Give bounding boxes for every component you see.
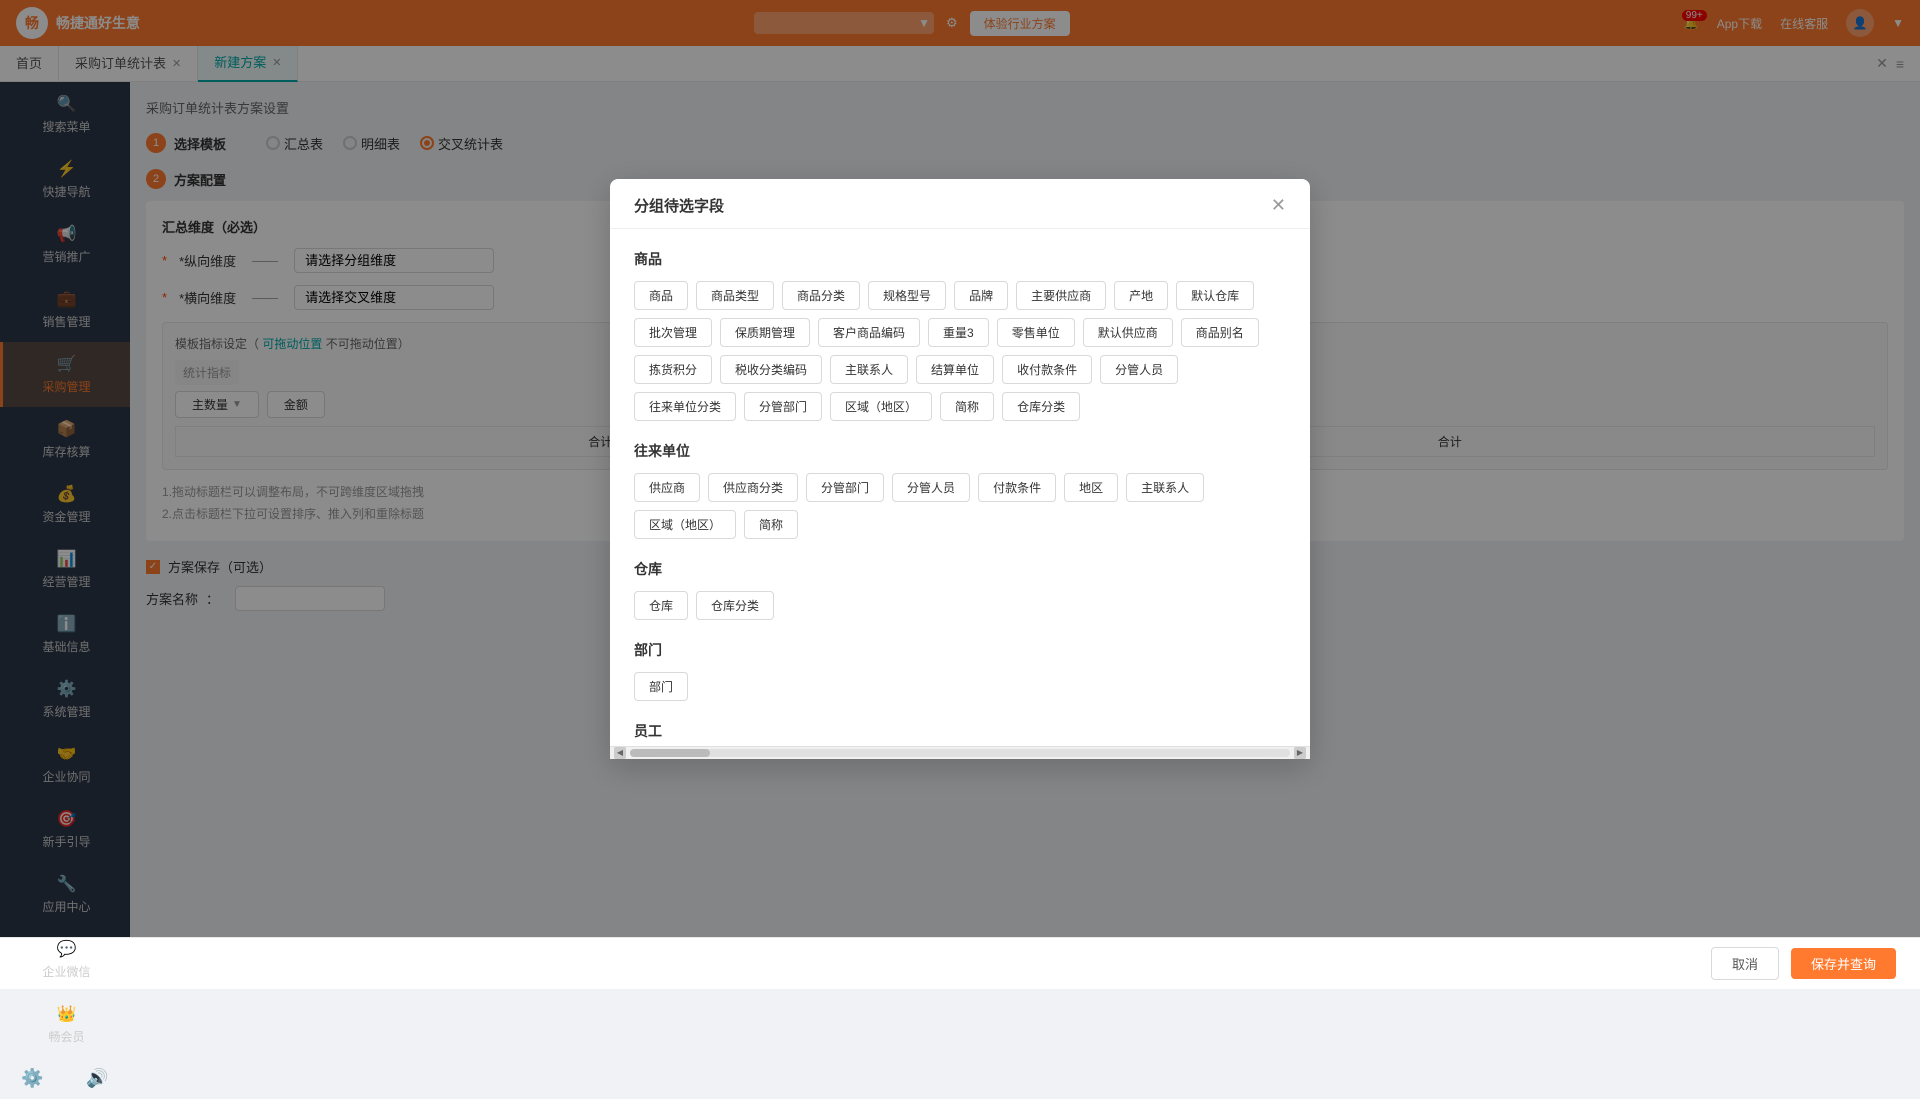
field-item[interactable]: 客户商品编码: [818, 318, 920, 347]
modal-close-button[interactable]: ✕: [1271, 195, 1286, 216]
field-group-product: 商品 商品 商品类型 商品分类 规格型号 品牌 主要供应商 产地 默认仓库 批次…: [634, 249, 1286, 421]
field-item[interactable]: 简称: [744, 510, 798, 539]
field-group-dept-title: 部门: [634, 640, 1286, 660]
cancel-button[interactable]: 取消: [1711, 947, 1779, 980]
field-item[interactable]: 仓库分类: [696, 591, 774, 620]
member-icon: 👑: [57, 1004, 77, 1024]
field-item[interactable]: 简称: [940, 392, 994, 421]
field-items-dept: 部门: [634, 672, 1286, 701]
field-item[interactable]: 重量3: [928, 318, 989, 347]
field-item[interactable]: 区域（地区）: [634, 510, 736, 539]
field-item[interactable]: 规格型号: [868, 281, 946, 310]
field-item[interactable]: 商品类型: [696, 281, 774, 310]
field-item[interactable]: 供应商: [634, 473, 700, 502]
field-group-warehouse-title: 仓库: [634, 559, 1286, 579]
modal-body: 商品 商品 商品类型 商品分类 规格型号 品牌 主要供应商 产地 默认仓库 批次…: [610, 229, 1310, 746]
modal-hscroll[interactable]: ◀ ▶: [610, 746, 1310, 759]
wechat-icon: 💬: [57, 939, 77, 959]
modal-header: 分组待选字段 ✕: [610, 179, 1310, 229]
field-group-warehouse: 仓库 仓库 仓库分类: [634, 559, 1286, 620]
field-item[interactable]: 商品别名: [1181, 318, 1259, 347]
hscroll-left-btn[interactable]: ◀: [614, 747, 626, 759]
field-items-product: 商品 商品类型 商品分类 规格型号 品牌 主要供应商 产地 默认仓库 批次管理 …: [634, 281, 1286, 421]
volume-icon[interactable]: 🔊: [86, 1068, 108, 1089]
settings-bottom-icon[interactable]: ⚙️: [21, 1068, 43, 1089]
field-item[interactable]: 默认仓库: [1176, 281, 1254, 310]
sidebar-wechat-label: 企业微信: [42, 963, 90, 980]
field-group-employee: 员工 业务员: [634, 721, 1286, 746]
field-item[interactable]: 结算单位: [916, 355, 994, 384]
field-item[interactable]: 仓库: [634, 591, 688, 620]
field-item[interactable]: 零售单位: [997, 318, 1075, 347]
field-item[interactable]: 主联系人: [1126, 473, 1204, 502]
field-item[interactable]: 主要供应商: [1016, 281, 1106, 310]
field-group-product-title: 商品: [634, 249, 1286, 269]
hscroll-right-btn[interactable]: ▶: [1294, 747, 1306, 759]
field-item[interactable]: 仓库分类: [1002, 392, 1080, 421]
sidebar-item-member[interactable]: 👑 畅会员: [0, 992, 130, 1057]
field-item[interactable]: 产地: [1114, 281, 1168, 310]
field-item[interactable]: 区域（地区）: [830, 392, 932, 421]
save-query-button[interactable]: 保存并查询: [1791, 948, 1896, 979]
sidebar-member-label: 畅会员: [48, 1028, 84, 1045]
field-group-employee-title: 员工: [634, 721, 1286, 741]
field-items-partner: 供应商 供应商分类 分管部门 分管人员 付款条件 地区 主联系人 区域（地区） …: [634, 473, 1286, 539]
field-item[interactable]: 默认供应商: [1083, 318, 1173, 347]
modal-dialog: 分组待选字段 ✕ 商品 商品 商品类型 商品分类 规格型号 品牌 主要供应商 产…: [610, 179, 1310, 759]
field-item[interactable]: 收付款条件: [1002, 355, 1092, 384]
field-item[interactable]: 分管部门: [744, 392, 822, 421]
field-items-warehouse: 仓库 仓库分类: [634, 591, 1286, 620]
field-group-partner-title: 往来单位: [634, 441, 1286, 461]
field-item[interactable]: 供应商分类: [708, 473, 798, 502]
modal-title: 分组待选字段: [634, 195, 724, 216]
field-item[interactable]: 分管人员: [1100, 355, 1178, 384]
field-item[interactable]: 分管人员: [892, 473, 970, 502]
modal-overlay[interactable]: 分组待选字段 ✕ 商品 商品 商品类型 商品分类 规格型号 品牌 主要供应商 产…: [0, 0, 1920, 937]
field-item[interactable]: 税收分类编码: [720, 355, 822, 384]
field-item[interactable]: 拣货积分: [634, 355, 712, 384]
field-item[interactable]: 主联系人: [830, 355, 908, 384]
field-item[interactable]: 品牌: [954, 281, 1008, 310]
field-item[interactable]: 保质期管理: [720, 318, 810, 347]
field-item[interactable]: 商品分类: [782, 281, 860, 310]
field-group-dept: 部门 部门: [634, 640, 1286, 701]
field-item[interactable]: 往来单位分类: [634, 392, 736, 421]
hscroll-track: [630, 749, 1290, 757]
field-item[interactable]: 商品: [634, 281, 688, 310]
field-item[interactable]: 付款条件: [978, 473, 1056, 502]
hscroll-thumb[interactable]: [630, 749, 710, 757]
field-item[interactable]: 分管部门: [806, 473, 884, 502]
field-group-partner: 往来单位 供应商 供应商分类 分管部门 分管人员 付款条件 地区 主联系人 区域…: [634, 441, 1286, 539]
field-item[interactable]: 地区: [1064, 473, 1118, 502]
field-item[interactable]: 批次管理: [634, 318, 712, 347]
sidebar-bottom: ⚙️ 🔊: [0, 1057, 130, 1099]
field-item[interactable]: 部门: [634, 672, 688, 701]
footer-bar: 取消 保存并查询: [0, 937, 1920, 989]
